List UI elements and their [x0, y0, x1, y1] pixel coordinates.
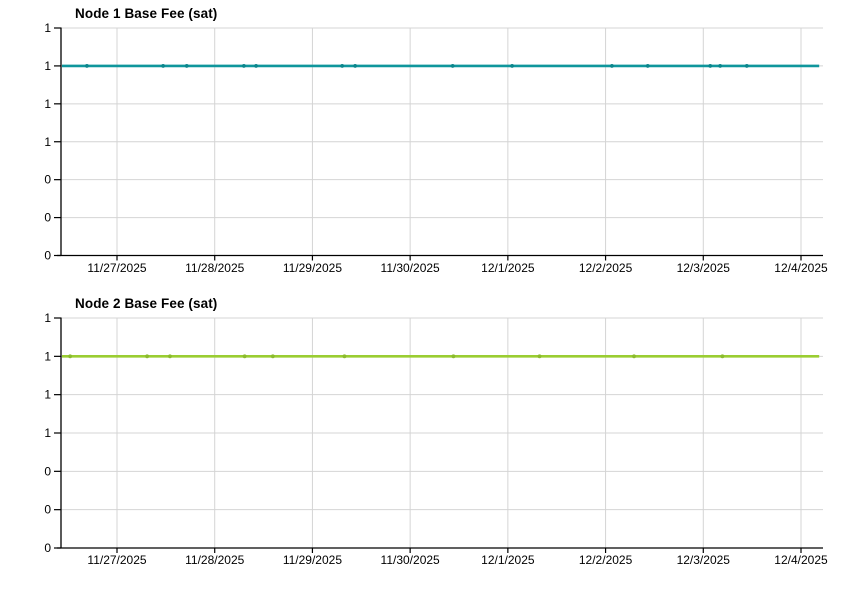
x-tick-label: 11/27/2025	[87, 261, 146, 275]
y-tick-label: 1	[44, 21, 51, 35]
x-tick-label: 12/1/2025	[481, 553, 535, 567]
y-tick-label: 0	[44, 503, 51, 517]
data-point-marker	[744, 64, 749, 68]
x-tick-label: 12/2/2025	[579, 553, 633, 567]
data-point-marker	[450, 64, 455, 68]
y-tick-label: 1	[44, 97, 51, 111]
data-point-marker	[241, 64, 246, 68]
x-tick-label: 11/28/2025	[185, 553, 244, 567]
x-tick-label: 11/28/2025	[185, 261, 244, 275]
y-tick-label: 1	[44, 59, 51, 73]
x-tick-label: 12/3/2025	[677, 553, 731, 567]
x-tick-label: 11/30/2025	[381, 261, 440, 275]
data-point-marker	[451, 354, 456, 359]
chart-node-1-base-fee: Node 1 Base Fee (sat) 1 1 1 1 0 0 0 11/27/2025 1…	[0, 0, 860, 290]
data-point-marker	[632, 354, 636, 359]
y-tick-label: 0	[44, 173, 51, 187]
data-point-marker	[340, 64, 345, 68]
node-1-base-fee-plot: 1 1 1 1 0 0 0 11/27/2025 11/28/2025 11/29/2025 11/…	[44, 21, 828, 275]
charts-panel: Node 1 Base Fee (sat) 1 1 1 1 0 0 0 11/27/2025 1…	[0, 0, 860, 600]
y-tick-label: 0	[44, 249, 51, 263]
data-point-marker	[270, 354, 275, 359]
data-point-marker	[353, 64, 358, 68]
x-tick-label: 11/27/2025	[87, 553, 146, 567]
y-tick-label: 1	[44, 135, 51, 149]
data-point-marker	[85, 64, 89, 68]
y-tick-label: 1	[44, 426, 51, 440]
x-tick-label: 11/30/2025	[381, 553, 440, 567]
data-point-marker	[610, 64, 614, 68]
x-tick-label: 12/2/2025	[579, 261, 633, 275]
chart-node-2-base-fee: Node 2 Base Fee (sat) 1 1 1 1 0 0 0 11/27/2025 1…	[0, 290, 860, 600]
data-point-marker	[510, 64, 515, 68]
data-point-marker	[168, 354, 172, 359]
data-point-marker	[254, 64, 258, 68]
x-tick-label: 12/4/2025	[774, 261, 828, 275]
y-tick-label: 1	[44, 311, 51, 325]
data-point-marker	[645, 64, 650, 68]
x-tick-label: 11/29/2025	[283, 553, 342, 567]
data-point-marker	[720, 354, 725, 359]
x-tick-label: 11/29/2025	[283, 261, 342, 275]
data-point-marker	[184, 64, 189, 68]
node-2-base-fee-plot: 1 1 1 1 0 0 0 11/27/2025 11/28/2025 11/29/2025 11/…	[44, 311, 828, 567]
data-point-marker	[342, 354, 347, 359]
data-point-marker	[68, 354, 73, 359]
x-tick-label: 12/1/2025	[481, 261, 535, 275]
data-point-marker	[161, 64, 166, 68]
y-tick-label: 1	[44, 349, 51, 363]
y-tick-label: 0	[44, 464, 51, 478]
x-tick-label: 12/3/2025	[677, 261, 731, 275]
data-point-marker	[145, 354, 150, 359]
y-tick-label: 0	[44, 541, 51, 555]
x-tick-label: 12/4/2025	[774, 553, 828, 567]
data-point-marker	[718, 64, 723, 68]
y-tick-label: 0	[44, 211, 51, 225]
y-tick-label: 1	[44, 388, 51, 402]
data-point-marker	[242, 354, 247, 359]
data-point-marker	[537, 354, 542, 359]
data-point-marker	[708, 64, 713, 68]
